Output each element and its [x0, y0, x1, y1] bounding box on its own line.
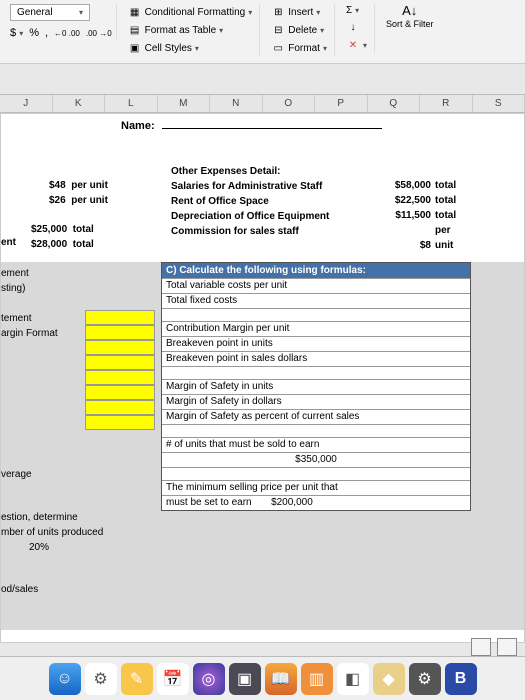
sort-filter-button[interactable]: A↓ Sort & Filter	[383, 4, 437, 31]
yellow-input-column	[85, 310, 155, 430]
gray-panel: ement sting) tement argin Format C) Calc…	[1, 262, 524, 630]
other-expenses: Other Expenses Detail: Salaries for Admi…	[171, 164, 329, 239]
col-header[interactable]: M	[158, 95, 211, 112]
format-icon: ▭	[271, 41, 285, 55]
number-format-group: General ▾ $ ▾ % , ←0 .00 .00 →0	[6, 4, 117, 39]
col-header[interactable]: P	[315, 95, 368, 112]
col-header[interactable]: L	[105, 95, 158, 112]
normal-view-icon[interactable]	[471, 638, 491, 656]
page-layout-icon[interactable]	[497, 638, 517, 656]
decrease-decimal-button[interactable]: .00 →0	[86, 29, 112, 38]
cond-fmt-icon: ▦	[128, 5, 142, 19]
ribbon: General ▾ $ ▾ % , ←0 .00 .00 →0 ▦Conditi…	[0, 0, 525, 64]
sort-icon: A↓	[402, 5, 417, 16]
cell-styles-button[interactable]: ▣Cell Styles ▾	[125, 40, 256, 56]
comma-button[interactable]: ,	[45, 27, 48, 39]
name-input-line[interactable]	[162, 128, 382, 129]
yellow-cell[interactable]	[85, 310, 155, 325]
app-icon[interactable]: ▣	[229, 663, 261, 695]
col-header[interactable]: Q	[368, 95, 421, 112]
view-controls	[471, 638, 517, 656]
app-icon[interactable]: ◆	[373, 663, 405, 695]
name-row: Name:	[1, 114, 524, 134]
table-icon: ▤	[128, 23, 142, 37]
per-unit-block: $48 per unit $26 per unit	[49, 178, 108, 208]
odsales-label: od/sales	[1, 582, 38, 597]
totals-block: $25,000 total $28,000 total	[31, 222, 94, 252]
yellow-cell[interactable]	[85, 325, 155, 340]
ent-label: ent	[1, 237, 16, 248]
fill-icon: ↓	[346, 20, 360, 34]
calendar-icon[interactable]: 📅	[157, 663, 189, 695]
estion-label: estion, determine	[1, 510, 78, 525]
format-button[interactable]: ▭Format ▾	[268, 40, 330, 56]
increase-decimal-button[interactable]: ←0 .00	[54, 29, 80, 38]
conditional-formatting-button[interactable]: ▦Conditional Formatting ▾	[125, 4, 256, 20]
section-c-header: C) Calculate the following using formula…	[162, 263, 470, 278]
app-icon[interactable]: ⚙	[85, 663, 117, 695]
yellow-cell[interactable]	[85, 370, 155, 385]
number-format-dropdown[interactable]: General ▾	[10, 4, 90, 21]
insert-icon: ⊞	[271, 5, 285, 19]
right-values: $58,000total $22,500total $11,500total $…	[381, 178, 469, 253]
insert-button[interactable]: ⊞Insert ▾	[268, 4, 330, 20]
sort-group: A↓ Sort & Filter	[379, 4, 441, 31]
app-icon[interactable]: ◧	[337, 663, 369, 695]
percent-button[interactable]: %	[29, 27, 39, 39]
col-header[interactable]: K	[53, 95, 106, 112]
column-headers: J K L M N O P Q R S	[0, 94, 525, 113]
app-icon[interactable]: ▥	[301, 663, 333, 695]
section-c-table: C) Calculate the following using formula…	[161, 262, 471, 511]
macos-dock: ☺ ⚙ ✎ 📅 ◎ ▣ 📖 ▥ ◧ ◆ ⚙ B	[0, 656, 525, 700]
pct-label: 20%	[29, 540, 49, 555]
verage-label: verage	[1, 467, 32, 482]
clear-icon: ✕	[346, 38, 360, 52]
col-header[interactable]: N	[210, 95, 263, 112]
cells-group: ⊞Insert ▾ ⊟Delete ▾ ▭Format ▾	[264, 4, 335, 56]
siri-icon[interactable]: ◎	[193, 663, 225, 695]
col-header[interactable]: O	[263, 95, 316, 112]
yellow-cell[interactable]	[85, 340, 155, 355]
app-icon-b[interactable]: B	[445, 663, 477, 695]
fill-button[interactable]: ↓	[343, 19, 370, 35]
yellow-cell[interactable]	[85, 400, 155, 415]
yellow-cell[interactable]	[85, 415, 155, 430]
worksheet[interactable]: Name: $48 per unit $26 per unit $25,000 …	[0, 113, 525, 643]
mber-label: mber of units produced	[1, 525, 103, 540]
editing-group: Σ ▾ ↓ ✕ ▾	[339, 4, 375, 53]
format-as-table-button[interactable]: ▤Format as Table ▾	[125, 22, 256, 38]
chevron-down-icon: ▾	[79, 8, 83, 17]
settings-icon[interactable]: ⚙	[409, 663, 441, 695]
autosum-button[interactable]: Σ ▾	[343, 4, 370, 17]
other-expenses-header: Other Expenses Detail:	[171, 164, 329, 179]
finder-icon[interactable]: ☺	[49, 663, 81, 695]
left-labels: ement sting) tement argin Format	[1, 266, 58, 341]
ibooks-icon[interactable]: 📖	[265, 663, 297, 695]
notes-icon[interactable]: ✎	[121, 663, 153, 695]
number-format-label: General	[17, 7, 53, 18]
col-header[interactable]: S	[473, 95, 525, 112]
clear-button[interactable]: ✕ ▾	[343, 37, 370, 53]
currency-button[interactable]: $ ▾	[10, 27, 23, 39]
cell-styles-icon: ▣	[128, 41, 142, 55]
yellow-cell[interactable]	[85, 385, 155, 400]
delete-icon: ⊟	[271, 23, 285, 37]
col-header[interactable]: J	[0, 95, 53, 112]
col-header[interactable]: R	[420, 95, 473, 112]
name-label: Name:	[121, 120, 155, 132]
yellow-cell[interactable]	[85, 355, 155, 370]
styles-group: ▦Conditional Formatting ▾ ▤Format as Tab…	[121, 4, 261, 56]
delete-button[interactable]: ⊟Delete ▾	[268, 22, 330, 38]
